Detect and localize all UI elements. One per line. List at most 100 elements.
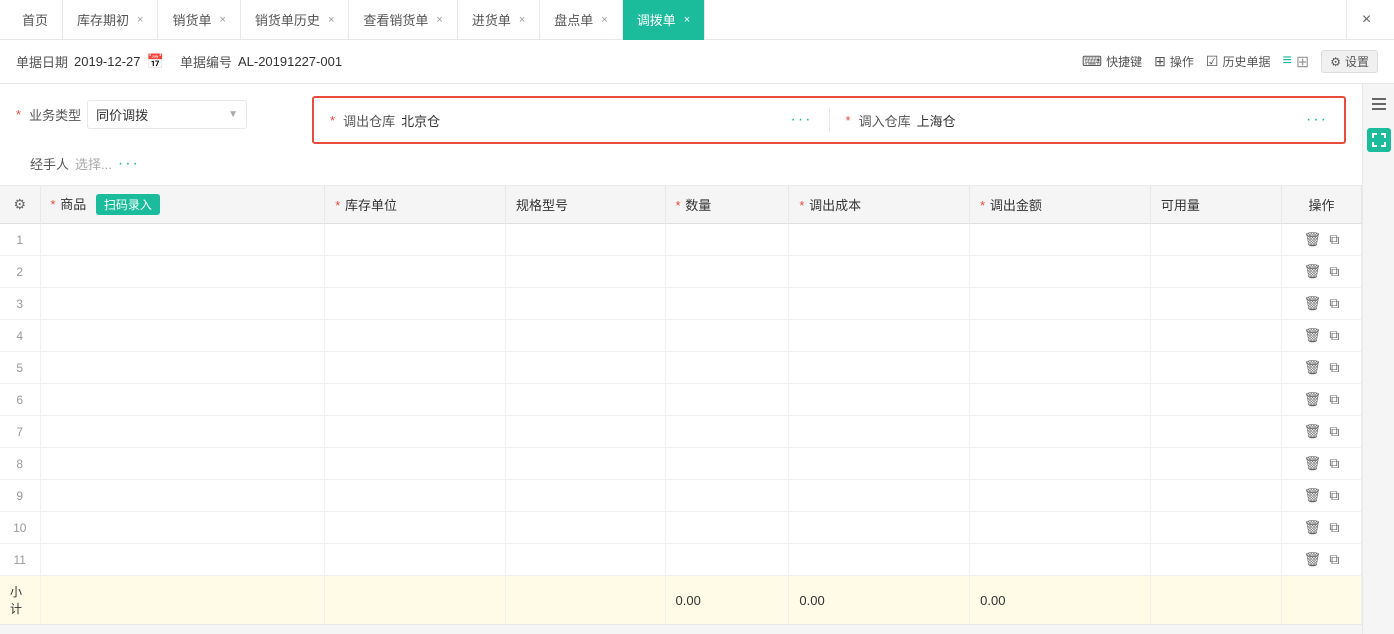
tab-sales-history[interactable]: 销货单历史 × <box>241 0 349 40</box>
delete-icon[interactable]: 🗑 <box>1304 359 1322 376</box>
row-unit[interactable] <box>325 480 506 512</box>
row-cost[interactable] <box>789 352 970 384</box>
row-available[interactable] <box>1150 480 1281 512</box>
row-qty[interactable] <box>665 384 789 416</box>
row-unit[interactable] <box>325 352 506 384</box>
out-warehouse-more[interactable]: ··· <box>791 111 813 129</box>
shortcut-tool[interactable]: ⌨ 快捷键 <box>1082 53 1142 70</box>
row-cost[interactable] <box>789 320 970 352</box>
copy-icon[interactable]: ⧉ <box>1329 231 1339 248</box>
row-available[interactable] <box>1150 320 1281 352</box>
tab-view-sales-close[interactable]: × <box>436 14 442 26</box>
row-product[interactable] <box>40 544 325 576</box>
tab-inventory-init-close[interactable]: × <box>137 14 143 26</box>
row-unit[interactable] <box>325 320 506 352</box>
row-product[interactable] <box>40 480 325 512</box>
tab-inventory-check-close[interactable]: × <box>601 14 607 26</box>
copy-icon[interactable]: ⧉ <box>1329 519 1339 536</box>
row-qty[interactable] <box>665 352 789 384</box>
row-spec[interactable] <box>506 384 666 416</box>
delete-icon[interactable]: 🗑 <box>1304 327 1322 344</box>
row-spec[interactable] <box>506 512 666 544</box>
row-spec[interactable] <box>506 448 666 480</box>
row-product[interactable] <box>40 256 325 288</box>
copy-icon[interactable]: ⧉ <box>1329 391 1339 408</box>
row-amount[interactable] <box>970 224 1151 256</box>
row-available[interactable] <box>1150 256 1281 288</box>
row-cost[interactable] <box>789 480 970 512</box>
row-unit[interactable] <box>325 288 506 320</box>
copy-icon[interactable]: ⧉ <box>1329 487 1339 504</box>
row-product[interactable] <box>40 224 325 256</box>
grid-view-icon[interactable]: ⊞ <box>1296 52 1309 72</box>
row-qty[interactable] <box>665 256 789 288</box>
row-qty[interactable] <box>665 544 789 576</box>
delete-icon[interactable]: 🗑 <box>1304 295 1322 312</box>
row-spec[interactable] <box>506 352 666 384</box>
row-spec[interactable] <box>506 256 666 288</box>
copy-icon[interactable]: ⧉ <box>1329 295 1339 312</box>
row-unit[interactable] <box>325 256 506 288</box>
row-product[interactable] <box>40 448 325 480</box>
row-unit[interactable] <box>325 512 506 544</box>
row-available[interactable] <box>1150 224 1281 256</box>
copy-icon[interactable]: ⧉ <box>1329 359 1339 376</box>
business-type-dropdown[interactable]: 同价调拨 ▼ <box>87 100 247 129</box>
row-spec[interactable] <box>506 416 666 448</box>
row-product[interactable] <box>40 320 325 352</box>
calendar-icon[interactable]: 📅 <box>147 53 164 70</box>
copy-icon[interactable]: ⧉ <box>1329 327 1339 344</box>
tab-inventory-check[interactable]: 盘点单 × <box>540 0 622 40</box>
tab-transfer-close[interactable]: × <box>684 14 690 26</box>
row-spec[interactable] <box>506 544 666 576</box>
row-product[interactable] <box>40 512 325 544</box>
tab-transfer[interactable]: 调拨单 × <box>623 0 705 40</box>
row-cost[interactable] <box>789 416 970 448</box>
window-close-button[interactable]: × <box>1346 0 1386 40</box>
settings-button[interactable]: ⚙ 设置 <box>1321 50 1378 73</box>
row-cost[interactable] <box>789 544 970 576</box>
delete-icon[interactable]: 🗑 <box>1304 423 1322 440</box>
delete-icon[interactable]: 🗑 <box>1304 263 1322 280</box>
row-amount[interactable] <box>970 384 1151 416</box>
row-qty[interactable] <box>665 416 789 448</box>
tab-purchase-close[interactable]: × <box>519 14 525 26</box>
row-spec[interactable] <box>506 480 666 512</box>
row-cost[interactable] <box>789 224 970 256</box>
gear-icon[interactable]: ⚙ <box>13 196 26 212</box>
tab-view-sales[interactable]: 查看销货单 × <box>349 0 457 40</box>
tab-purchase[interactable]: 进货单 × <box>458 0 540 40</box>
row-product[interactable] <box>40 288 325 320</box>
delete-icon[interactable]: 🗑 <box>1304 519 1322 536</box>
row-amount[interactable] <box>970 288 1151 320</box>
history-tool[interactable]: ☑ 历史单据 <box>1206 53 1271 70</box>
row-qty[interactable] <box>665 224 789 256</box>
tab-inventory-init[interactable]: 库存期初 × <box>63 0 158 40</box>
row-product[interactable] <box>40 416 325 448</box>
copy-icon[interactable]: ⧉ <box>1329 455 1339 472</box>
row-available[interactable] <box>1150 512 1281 544</box>
row-available[interactable] <box>1150 544 1281 576</box>
row-qty[interactable] <box>665 512 789 544</box>
copy-icon[interactable]: ⧉ <box>1329 263 1339 280</box>
row-qty[interactable] <box>665 320 789 352</box>
operations-tool[interactable]: ⊞ 操作 <box>1154 53 1194 70</box>
row-available[interactable] <box>1150 384 1281 416</box>
row-available[interactable] <box>1150 352 1281 384</box>
th-gear[interactable]: ⚙ <box>0 186 40 224</box>
row-unit[interactable] <box>325 384 506 416</box>
row-cost[interactable] <box>789 384 970 416</box>
delete-icon[interactable]: 🗑 <box>1304 487 1322 504</box>
row-amount[interactable] <box>970 416 1151 448</box>
row-amount[interactable] <box>970 256 1151 288</box>
list-view-icon[interactable]: ≡ <box>1282 52 1291 72</box>
row-qty[interactable] <box>665 288 789 320</box>
row-available[interactable] <box>1150 416 1281 448</box>
row-cost[interactable] <box>789 448 970 480</box>
row-spec[interactable] <box>506 224 666 256</box>
copy-icon[interactable]: ⧉ <box>1329 551 1339 568</box>
row-product[interactable] <box>40 384 325 416</box>
delete-icon[interactable]: 🗑 <box>1304 455 1322 472</box>
row-amount[interactable] <box>970 320 1151 352</box>
row-available[interactable] <box>1150 288 1281 320</box>
